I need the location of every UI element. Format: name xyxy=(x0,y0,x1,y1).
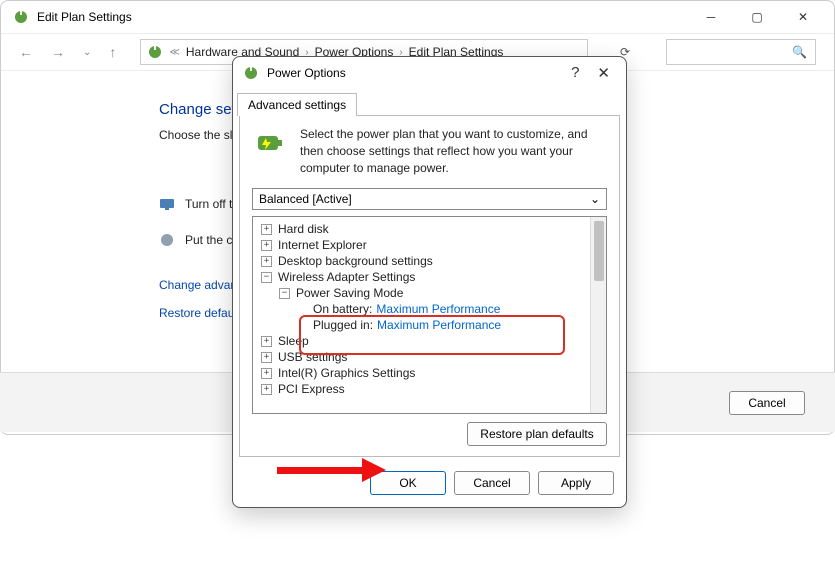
expand-icon[interactable]: + xyxy=(261,224,272,235)
help-button[interactable]: ? xyxy=(571,64,579,82)
breadcrumb-sep: ≪ xyxy=(169,47,179,58)
power-plan-icon xyxy=(243,65,259,81)
tree-item-hard-disk[interactable]: +Hard disk xyxy=(253,221,590,237)
search-input[interactable]: 🔍 xyxy=(666,39,816,65)
plan-selected-value: Balanced [Active] xyxy=(259,192,352,206)
expand-icon[interactable]: + xyxy=(261,256,272,267)
search-icon: 🔍 xyxy=(792,45,807,59)
advanced-settings-panel: Select the power plan that you want to c… xyxy=(239,115,620,457)
chevron-down-icon: ⌄ xyxy=(590,192,600,206)
parent-window-controls: ─ ▢ ✕ xyxy=(688,2,826,32)
ok-button[interactable]: OK xyxy=(370,471,446,495)
expand-icon[interactable]: + xyxy=(261,336,272,347)
apply-button[interactable]: Apply xyxy=(538,471,614,495)
minimize-button[interactable]: ─ xyxy=(688,2,734,32)
tree-scrollbar[interactable] xyxy=(590,217,606,413)
dialog-button-row: OK Cancel Apply xyxy=(233,463,626,507)
parent-cancel-button[interactable]: Cancel xyxy=(729,391,805,415)
power-options-dialog: Power Options ? ✕ Advanced settings Sele… xyxy=(232,56,627,508)
parent-window-title: Edit Plan Settings xyxy=(37,10,132,24)
expand-icon[interactable]: + xyxy=(261,352,272,363)
tree-item-intel-graphics[interactable]: +Intel(R) Graphics Settings xyxy=(253,365,590,381)
cancel-button[interactable]: Cancel xyxy=(454,471,530,495)
settings-tree: +Hard disk +Internet Explorer +Desktop b… xyxy=(252,216,607,414)
expand-icon[interactable]: + xyxy=(261,384,272,395)
display-icon xyxy=(159,196,175,212)
plugged-in-value[interactable]: Maximum Performance xyxy=(377,318,501,332)
dialog-close-button[interactable]: ✕ xyxy=(597,64,610,82)
nav-forward-icon[interactable]: → xyxy=(51,44,65,60)
dialog-title: Power Options xyxy=(267,66,346,80)
tree-item-usb[interactable]: +USB settings xyxy=(253,349,590,365)
parent-titlebar: Edit Plan Settings ─ ▢ ✕ xyxy=(1,1,834,33)
on-battery-value[interactable]: Maximum Performance xyxy=(376,302,500,316)
dialog-titlebar: Power Options ? ✕ xyxy=(233,57,626,89)
tree-item-pci-express[interactable]: +PCI Express xyxy=(253,381,590,397)
power-plan-icon xyxy=(13,9,29,25)
nav-back-icon[interactable]: ← xyxy=(19,44,33,60)
setting-on-battery[interactable]: On battery: Maximum Performance xyxy=(253,301,590,317)
nav-up-icon[interactable]: ↑ xyxy=(109,44,116,60)
collapse-icon[interactable]: − xyxy=(261,272,272,283)
restore-plan-defaults-button[interactable]: Restore plan defaults xyxy=(467,422,607,446)
maximize-button[interactable]: ▢ xyxy=(734,2,780,32)
power-plan-select[interactable]: Balanced [Active] ⌄ xyxy=(252,188,607,210)
setting-plugged-in[interactable]: Plugged in: Maximum Performance xyxy=(253,317,590,333)
tree-item-ie[interactable]: +Internet Explorer xyxy=(253,237,590,253)
battery-plan-icon xyxy=(252,126,288,165)
tree-item-sleep[interactable]: +Sleep xyxy=(253,333,590,349)
power-plan-icon xyxy=(147,44,163,60)
tree-item-wireless[interactable]: −Wireless Adapter Settings xyxy=(253,269,590,285)
tree-item-power-saving-mode[interactable]: −Power Saving Mode xyxy=(253,285,590,301)
tree-item-desktop-bg[interactable]: +Desktop background settings xyxy=(253,253,590,269)
nav-recent-icon[interactable]: ⌄ xyxy=(83,47,91,58)
expand-icon[interactable]: + xyxy=(261,240,272,251)
tab-strip: Advanced settings xyxy=(233,89,626,116)
sleep-icon xyxy=(159,232,175,248)
dialog-description: Select the power plan that you want to c… xyxy=(300,126,607,176)
collapse-icon[interactable]: − xyxy=(279,288,290,299)
close-button[interactable]: ✕ xyxy=(780,2,826,32)
expand-icon[interactable]: + xyxy=(261,368,272,379)
tab-advanced-settings[interactable]: Advanced settings xyxy=(237,93,357,116)
